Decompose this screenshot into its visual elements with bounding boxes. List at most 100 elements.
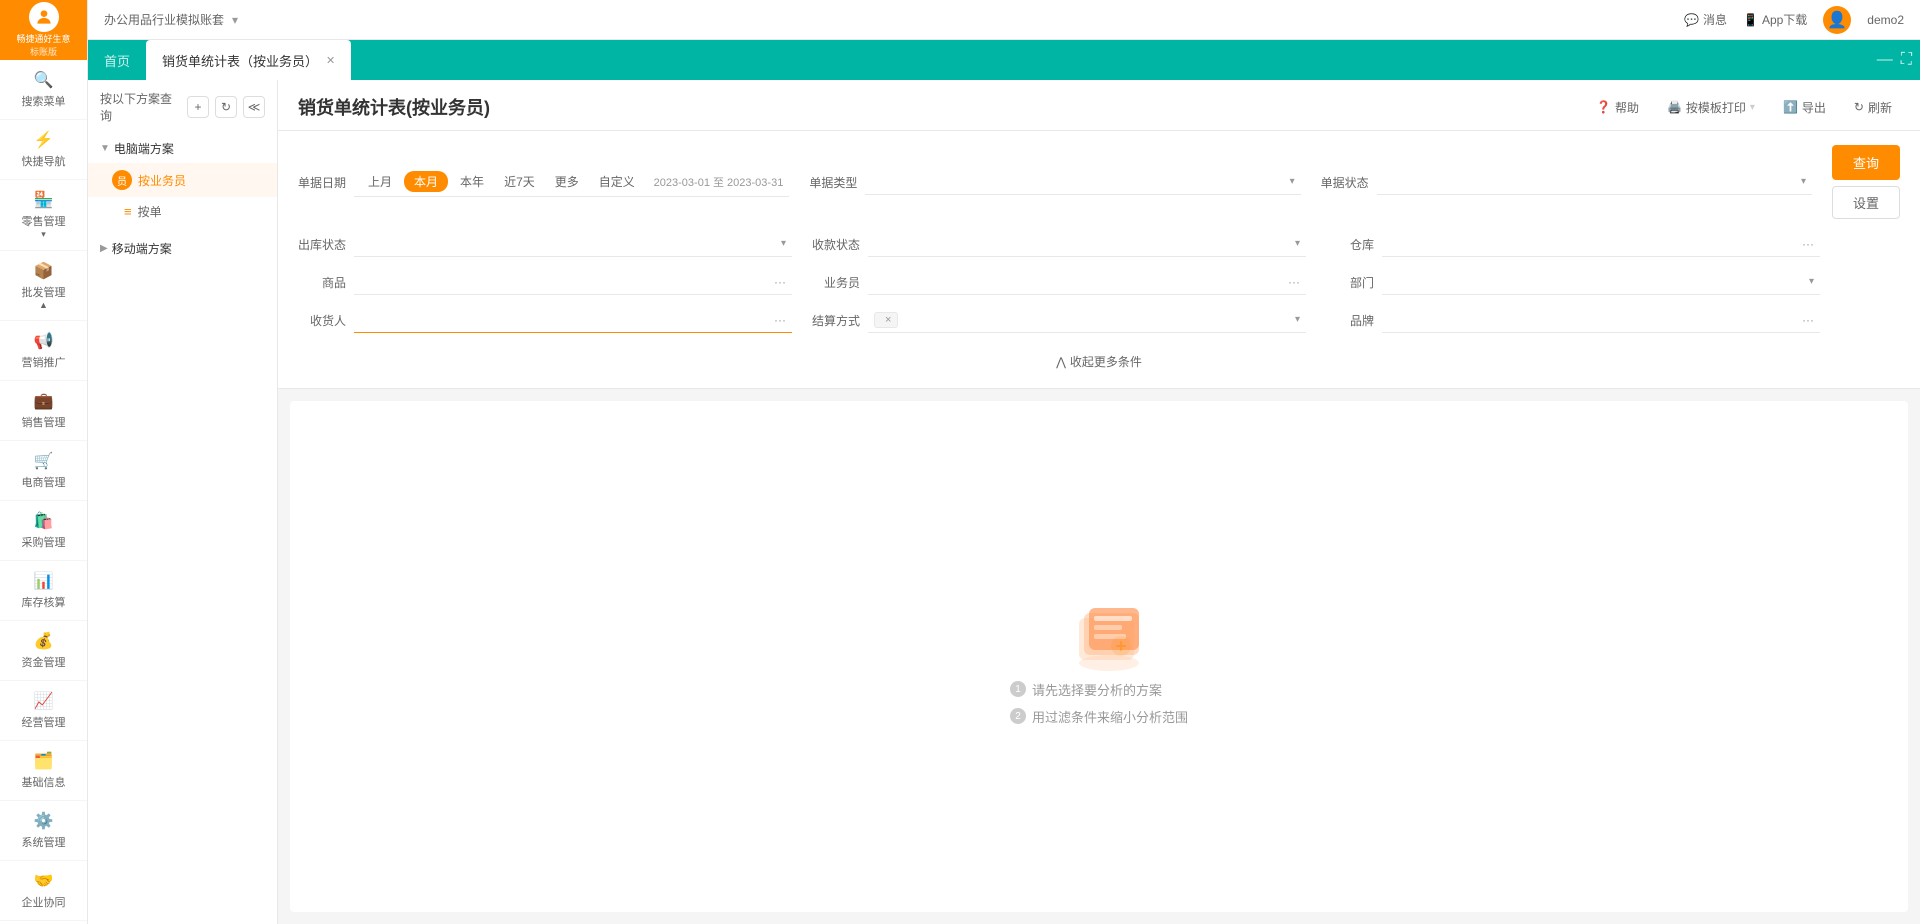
brand-dots[interactable]: ··· [1802, 313, 1814, 327]
sidebar-item-basic[interactable]: 🗂️ 基础信息 [0, 741, 87, 801]
purchase-icon: 🛍️ [34, 511, 54, 531]
quicknav-icon: ⚡ [34, 130, 54, 150]
operation-icon: 📈 [34, 691, 54, 711]
outbound-control[interactable]: ▾ [354, 231, 792, 257]
warehouse-dots[interactable]: ··· [1802, 237, 1814, 251]
breadcrumb-arrow[interactable]: ▾ [232, 13, 238, 27]
sidebar-item-marketing[interactable]: 📢 营销推广 [0, 321, 87, 381]
date-tab-custom[interactable]: 自定义 [591, 171, 643, 192]
date-tab-thisyear[interactable]: 本年 [452, 171, 492, 192]
filter-row-4: 收货人 ··· 结算方式 × [298, 307, 1900, 333]
sidebar-item-retail[interactable]: 🏪 零售管理 ▾ [0, 180, 87, 251]
consignee-control[interactable]: ··· [354, 307, 792, 333]
message-label: 消息 [1703, 11, 1727, 28]
sidebar-item-operation[interactable]: 📈 经营管理 [0, 681, 87, 741]
tab-maximize-icon[interactable]: ⛶ [1901, 51, 1912, 69]
settlement-tag-close[interactable]: × [885, 314, 891, 326]
tab-close-icon[interactable]: ✕ [326, 54, 335, 67]
tab-home[interactable]: 首页 [88, 40, 146, 80]
sidebar-item-operation-label: 经营管理 [22, 714, 66, 730]
sidebar-item-search[interactable]: 🔍 搜索菜单 [0, 60, 87, 120]
sidebar-item-sales[interactable]: 💼 销售管理 [0, 381, 87, 441]
settlement-control[interactable]: × ▾ [868, 307, 1306, 333]
doctype-label: 单据类型 [809, 174, 865, 191]
receipt-control[interactable]: ▾ [868, 231, 1306, 257]
query-buttons: 查询 设置 [1832, 145, 1900, 219]
sidebar-item-quicknav[interactable]: ⚡ 快捷导航 [0, 120, 87, 180]
goods-control[interactable]: ··· [354, 269, 792, 295]
date-tabs: 上月 本月 本年 近7天 更多 自定义 [360, 171, 643, 192]
help-icon: ❓ [1596, 100, 1611, 114]
refresh-button[interactable]: ↻ 刷新 [1846, 95, 1900, 120]
user-avatar[interactable]: 👤 [1823, 6, 1851, 34]
tip-text-2: 用过滤条件来缩小分析范围 [1032, 707, 1188, 726]
panel-refresh-btn[interactable]: ↻ [215, 96, 237, 118]
collapse-btn[interactable]: ⋀ 收起更多条件 [298, 345, 1900, 374]
empty-icon [1059, 588, 1139, 668]
breadcrumb-area: 办公用品行业模拟账套 ▾ [104, 11, 238, 28]
sidebar-item-ecommerce[interactable]: 🛒 电商管理 [0, 441, 87, 501]
sidebar-item-enterprise[interactable]: 🤝 企业协同 [0, 861, 87, 921]
date-tab-lastmonth[interactable]: 上月 [360, 171, 400, 192]
sidebar-item-system[interactable]: ⚙️ 系统管理 [0, 801, 87, 861]
wholesale-icon: 📦 [34, 261, 54, 281]
sidebar-item-wholesale[interactable]: 📦 批发管理 ▲ [0, 251, 87, 321]
avatar-image: 👤 [1827, 10, 1847, 30]
date-tab-more[interactable]: 更多 [547, 171, 587, 192]
date-tab-thismonth[interactable]: 本月 [404, 171, 448, 192]
docstatus-control[interactable]: ▾ [1377, 169, 1812, 195]
sidebar-item-finance[interactable]: 💰 资金管理 [0, 621, 87, 681]
tree-item-salesperson[interactable]: 员 按业务员 [88, 163, 277, 197]
main-area: 办公用品行业模拟账套 ▾ 💬 消息 📱 App下载 👤 demo2 首页 销货单… [88, 0, 1920, 924]
goods-dots[interactable]: ··· [774, 275, 786, 289]
template-print-button[interactable]: 🖨️ 按模板打印 ▾ [1659, 95, 1763, 120]
warehouse-control[interactable]: ··· [1382, 231, 1820, 257]
retail-expand-icon: ▾ [41, 229, 46, 240]
date-range-text: 2023-03-01 至 2023-03-31 [654, 174, 784, 190]
settlement-tag: × [874, 312, 898, 328]
username-label[interactable]: demo2 [1867, 13, 1904, 27]
tree-sub-item-order[interactable]: ≡ 按单 [88, 197, 277, 226]
panel-collapse-btn[interactable]: ≪ [243, 96, 265, 118]
department-control[interactable]: ▾ [1382, 269, 1820, 295]
sidebar-item-marketing-label: 营销推广 [22, 354, 66, 370]
page-body: 按以下方案查询 + ↻ ≪ ▼ 电脑端方案 员 按业务员 ≡ [88, 80, 1920, 924]
consignee-dots[interactable]: ··· [774, 313, 786, 327]
tab-minimize-icon[interactable]: — [1877, 51, 1893, 69]
mobile-group-collapse-icon: ▶ [100, 243, 108, 254]
sidebar-logo[interactable]: 畅捷通好生意 标账版 [0, 0, 88, 60]
doctype-control[interactable]: ▾ [865, 169, 1300, 195]
logo-icon [29, 2, 59, 32]
filter-field-warehouse: 仓库 ··· [1326, 231, 1820, 257]
filter-field-brand: 品牌 ··· [1326, 307, 1820, 333]
sidebar-item-finance-label: 资金管理 [22, 654, 66, 670]
sidebar-item-retail-label: 零售管理 [22, 213, 66, 229]
sidebar-item-inventory[interactable]: 📊 库存核算 [0, 561, 87, 621]
order-icon: ≡ [124, 204, 132, 219]
tab-sales-stat[interactable]: 销货单统计表（按业务员） ✕ [146, 40, 351, 80]
settings-button[interactable]: 设置 [1832, 186, 1900, 219]
export-button[interactable]: ⬆️ 导出 [1775, 95, 1834, 120]
query-button[interactable]: 查询 [1832, 145, 1900, 180]
tree-group-pc: ▼ 电脑端方案 员 按业务员 ≡ 按单 [88, 130, 277, 230]
date-filter-control[interactable]: 上月 本月 本年 近7天 更多 自定义 2023-03-01 至 2023-03… [354, 167, 789, 197]
brand-control[interactable]: ··· [1382, 307, 1820, 333]
help-button[interactable]: ❓ 帮助 [1588, 95, 1647, 120]
tree-group-pc-header[interactable]: ▼ 电脑端方案 [88, 134, 277, 163]
left-panel-header: 按以下方案查询 + ↻ ≪ [88, 80, 277, 130]
panel-add-btn[interactable]: + [187, 96, 209, 118]
message-button[interactable]: 💬 消息 [1684, 11, 1727, 28]
filter-field-goods: 商品 ··· [298, 269, 792, 295]
enterprise-icon: 🤝 [34, 871, 54, 891]
sidebar-item-purchase[interactable]: 🛍️ 采购管理 [0, 501, 87, 561]
template-print-label: 按模板打印 [1686, 99, 1746, 116]
tree-group-mobile-header[interactable]: ▶ 移动端方案 [88, 234, 277, 263]
sidebar-item-quicknav-label: 快捷导航 [22, 153, 66, 169]
salesperson-dots[interactable]: ··· [1288, 275, 1300, 289]
filter-field-date: 单据日期 上月 本月 本年 近7天 更多 自定义 20 [298, 167, 789, 197]
salesperson-filter-control[interactable]: ··· [868, 269, 1306, 295]
date-tab-7days[interactable]: 近7天 [496, 171, 543, 192]
app-download-button[interactable]: 📱 App下载 [1743, 11, 1807, 28]
settlement-dropdown-icon: ▾ [1295, 314, 1300, 325]
receipt-label: 收款状态 [812, 236, 868, 253]
